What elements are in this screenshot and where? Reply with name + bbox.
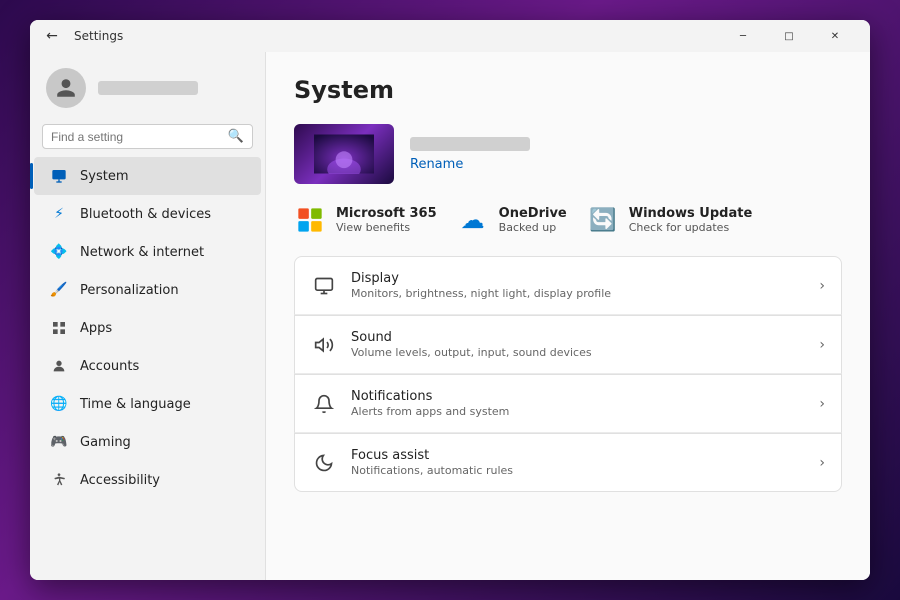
settings-list: Display Monitors, brightness, night ligh… bbox=[294, 256, 842, 492]
avatar[interactable] bbox=[46, 68, 86, 108]
setting-row-sound[interactable]: Sound Volume levels, output, input, soun… bbox=[294, 315, 842, 374]
sidebar-item-network[interactable]: 💠 Network & internet bbox=[34, 233, 261, 271]
sidebar-item-personalization[interactable]: 🖌️ Personalization bbox=[34, 271, 261, 309]
m365-icon bbox=[294, 204, 326, 236]
onedrive-icon: ☁ bbox=[457, 204, 489, 236]
gaming-icon: 🎮 bbox=[50, 433, 68, 451]
windows-update-icon: 🔄 bbox=[587, 204, 619, 236]
settings-window: ← Settings ─ □ ✕ bbox=[30, 20, 870, 580]
title-bar: ← Settings ─ □ ✕ bbox=[30, 20, 870, 52]
sidebar: 🔍 System ⚡ Bluetooth & devices 💠 bbox=[30, 52, 265, 580]
setting-row-display[interactable]: Display Monitors, brightness, night ligh… bbox=[294, 256, 842, 315]
page-title: System bbox=[294, 76, 842, 104]
m365-subtitle: View benefits bbox=[336, 221, 437, 234]
sidebar-item-label-personalization: Personalization bbox=[80, 283, 179, 298]
sound-icon bbox=[311, 332, 337, 358]
minimize-button[interactable]: ─ bbox=[720, 20, 766, 52]
focus-icon bbox=[311, 450, 337, 476]
maximize-button[interactable]: □ bbox=[766, 20, 812, 52]
notifications-chevron: › bbox=[819, 396, 825, 412]
m365-text: Microsoft 365 View benefits bbox=[336, 206, 437, 234]
nav-items: System ⚡ Bluetooth & devices 💠 Network &… bbox=[30, 157, 265, 499]
back-button[interactable]: ← bbox=[42, 26, 62, 46]
system-icon bbox=[50, 167, 68, 185]
sound-desc: Volume levels, output, input, sound devi… bbox=[351, 346, 805, 359]
notifications-text: Notifications Alerts from apps and syste… bbox=[351, 389, 805, 418]
setting-row-notifications[interactable]: Notifications Alerts from apps and syste… bbox=[294, 374, 842, 433]
setting-row-focus[interactable]: Focus assist Notifications, automatic ru… bbox=[294, 433, 842, 492]
m365-title: Microsoft 365 bbox=[336, 206, 437, 221]
sidebar-item-label-accessibility: Accessibility bbox=[80, 473, 160, 488]
sidebar-item-label-accounts: Accounts bbox=[80, 359, 139, 374]
display-desc: Monitors, brightness, night light, displ… bbox=[351, 287, 805, 300]
sidebar-item-label-apps: Apps bbox=[80, 321, 112, 336]
focus-chevron: › bbox=[819, 455, 825, 471]
bluetooth-icon: ⚡ bbox=[50, 205, 68, 223]
search-input[interactable] bbox=[51, 130, 228, 144]
notifications-icon bbox=[311, 391, 337, 417]
focus-title: Focus assist bbox=[351, 448, 805, 463]
sidebar-item-bluetooth[interactable]: ⚡ Bluetooth & devices bbox=[34, 195, 261, 233]
content-area: System bbox=[265, 52, 870, 580]
profile-section: Rename bbox=[294, 124, 842, 184]
onedrive-title: OneDrive bbox=[499, 206, 567, 221]
quick-link-windows-update[interactable]: 🔄 Windows Update Check for updates bbox=[587, 204, 753, 236]
display-text: Display Monitors, brightness, night ligh… bbox=[351, 271, 805, 300]
close-button[interactable]: ✕ bbox=[812, 20, 858, 52]
time-icon: 🌐 bbox=[50, 395, 68, 413]
onedrive-text: OneDrive Backed up bbox=[499, 206, 567, 234]
sidebar-item-time[interactable]: 🌐 Time & language bbox=[34, 385, 261, 423]
onedrive-subtitle: Backed up bbox=[499, 221, 567, 234]
focus-desc: Notifications, automatic rules bbox=[351, 464, 805, 477]
display-icon bbox=[311, 273, 337, 299]
search-icon: 🔍 bbox=[228, 129, 244, 144]
notifications-desc: Alerts from apps and system bbox=[351, 405, 805, 418]
title-bar-controls: ← Settings bbox=[42, 26, 123, 46]
quick-link-m365[interactable]: Microsoft 365 View benefits bbox=[294, 204, 437, 236]
windows-update-subtitle: Check for updates bbox=[629, 221, 753, 234]
accounts-icon bbox=[50, 357, 68, 375]
display-title: Display bbox=[351, 271, 805, 286]
quick-links: Microsoft 365 View benefits ☁ OneDrive B… bbox=[294, 204, 842, 236]
user-section bbox=[30, 52, 265, 120]
network-icon: 💠 bbox=[50, 243, 68, 261]
profile-image bbox=[294, 124, 394, 184]
sidebar-item-label-bluetooth: Bluetooth & devices bbox=[80, 207, 211, 222]
apps-icon bbox=[50, 319, 68, 337]
sidebar-item-label-system: System bbox=[80, 169, 128, 184]
sidebar-item-label-time: Time & language bbox=[80, 397, 191, 412]
window-controls: ─ □ ✕ bbox=[720, 20, 858, 52]
user-name-placeholder bbox=[98, 81, 198, 95]
profile-name-area: Rename bbox=[410, 137, 530, 172]
sidebar-item-label-network: Network & internet bbox=[80, 245, 204, 260]
personalization-icon: 🖌️ bbox=[50, 281, 68, 299]
sidebar-item-system[interactable]: System bbox=[34, 157, 261, 195]
sidebar-item-accessibility[interactable]: Accessibility bbox=[34, 461, 261, 499]
rename-link[interactable]: Rename bbox=[410, 157, 530, 172]
notifications-title: Notifications bbox=[351, 389, 805, 404]
windows-update-title: Windows Update bbox=[629, 206, 753, 221]
sound-text: Sound Volume levels, output, input, soun… bbox=[351, 330, 805, 359]
sound-chevron: › bbox=[819, 337, 825, 353]
window-title: Settings bbox=[74, 29, 123, 43]
display-chevron: › bbox=[819, 278, 825, 294]
sidebar-item-accounts[interactable]: Accounts bbox=[34, 347, 261, 385]
sidebar-item-label-gaming: Gaming bbox=[80, 435, 131, 450]
quick-link-onedrive[interactable]: ☁ OneDrive Backed up bbox=[457, 204, 567, 236]
back-icon: ← bbox=[46, 28, 58, 44]
minimize-icon: ─ bbox=[740, 31, 746, 42]
search-box[interactable]: 🔍 bbox=[42, 124, 253, 149]
profile-name-placeholder bbox=[410, 137, 530, 151]
sound-title: Sound bbox=[351, 330, 805, 345]
sidebar-item-gaming[interactable]: 🎮 Gaming bbox=[34, 423, 261, 461]
close-icon: ✕ bbox=[831, 31, 839, 42]
main-content: 🔍 System ⚡ Bluetooth & devices 💠 bbox=[30, 52, 870, 580]
windows-update-text: Windows Update Check for updates bbox=[629, 206, 753, 234]
sidebar-item-apps[interactable]: Apps bbox=[34, 309, 261, 347]
maximize-icon: □ bbox=[784, 31, 793, 42]
focus-text: Focus assist Notifications, automatic ru… bbox=[351, 448, 805, 477]
accessibility-icon bbox=[50, 471, 68, 489]
